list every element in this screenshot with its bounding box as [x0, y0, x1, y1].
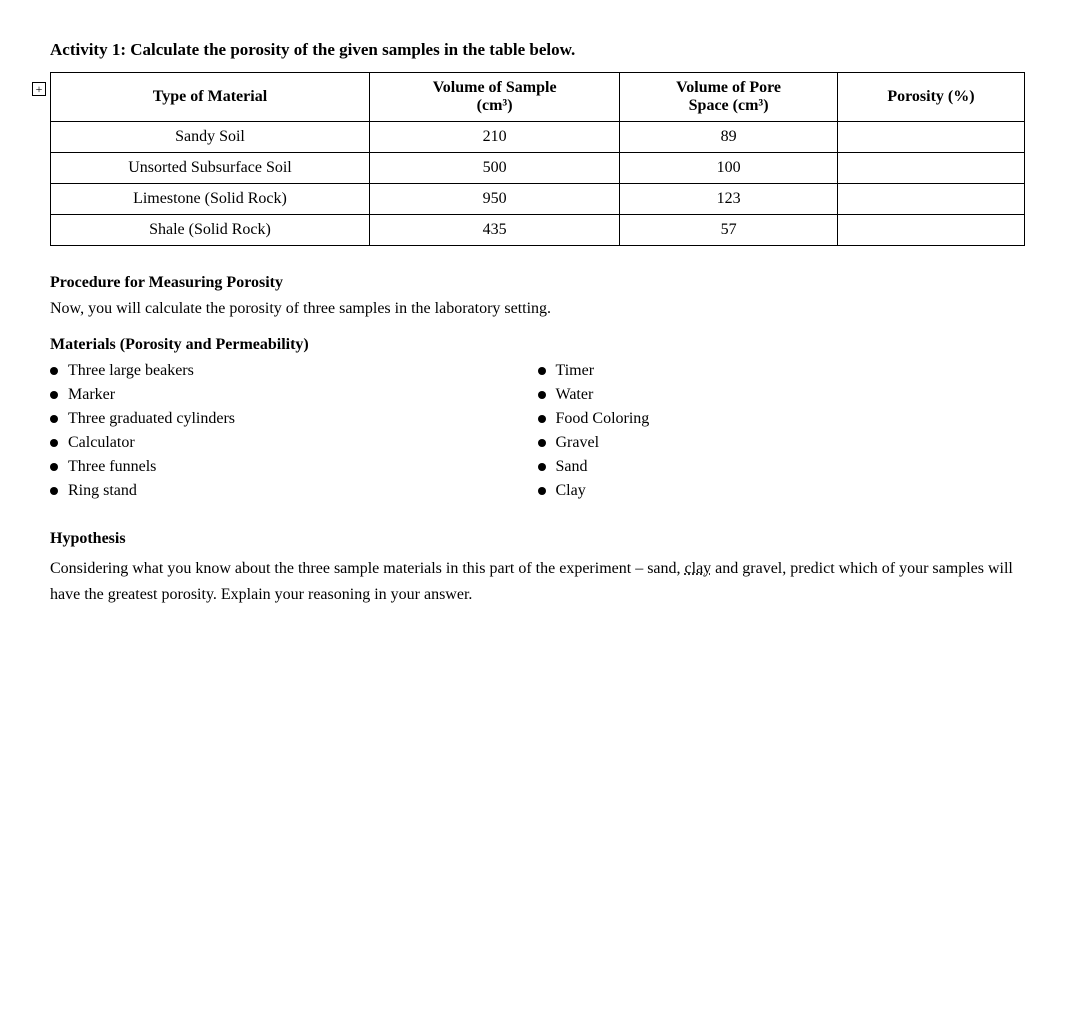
list-item: Gravel	[538, 434, 1026, 452]
list-item: Food Coloring	[538, 410, 1026, 428]
list-item: Ring stand	[50, 482, 538, 500]
hypothesis-text: Considering what you know about the thre…	[50, 556, 1025, 607]
cell-volume-pore: 57	[620, 215, 838, 246]
bullet-icon	[538, 487, 546, 495]
cell-volume-sample: 435	[369, 215, 619, 246]
clay-underline: clay	[685, 560, 712, 577]
materials-heading: Materials (Porosity and Permeability)	[50, 336, 1025, 354]
bullet-icon	[50, 415, 58, 423]
col-header-porosity: Porosity (%)	[837, 73, 1024, 122]
list-item-label: Water	[556, 386, 594, 404]
list-item-label: Three graduated cylinders	[68, 410, 235, 428]
list-item: Three funnels	[50, 458, 538, 476]
list-item: Water	[538, 386, 1026, 404]
cell-volume-pore: 123	[620, 184, 838, 215]
bullet-icon	[538, 439, 546, 447]
bullet-icon	[538, 463, 546, 471]
bullet-icon	[50, 463, 58, 471]
right-materials-list: Timer Water Food Coloring Gravel Sand Clay	[538, 362, 1026, 500]
cell-volume-sample: 210	[369, 122, 619, 153]
list-item-label: Calculator	[68, 434, 135, 452]
materials-left-col: Three large beakers Marker Three graduated…	[50, 362, 538, 506]
table-row: Limestone (Solid Rock)950123	[51, 184, 1025, 215]
bullet-icon	[50, 391, 58, 399]
cell-material: Sandy Soil	[51, 122, 370, 153]
expand-icon[interactable]: +	[32, 82, 46, 96]
table-row: Unsorted Subsurface Soil500100	[51, 153, 1025, 184]
bullet-icon	[538, 391, 546, 399]
hypothesis-section: Hypothesis Considering what you know abo…	[50, 530, 1025, 607]
bullet-icon	[50, 487, 58, 495]
cell-volume-sample: 500	[369, 153, 619, 184]
cell-material: Shale (Solid Rock)	[51, 215, 370, 246]
bullet-icon	[50, 367, 58, 375]
cell-porosity[interactable]	[837, 122, 1024, 153]
list-item-label: Timer	[556, 362, 595, 380]
list-item-label: Three funnels	[68, 458, 156, 476]
table-row: Shale (Solid Rock)43557	[51, 215, 1025, 246]
activity-title: Activity 1: Calculate the porosity of th…	[50, 40, 1025, 60]
left-materials-list: Three large beakers Marker Three graduated…	[50, 362, 538, 500]
list-item-label: Ring stand	[68, 482, 137, 500]
cell-material: Unsorted Subsurface Soil	[51, 153, 370, 184]
list-item-label: Food Coloring	[556, 410, 650, 428]
col-header-volume-sample: Volume of Sample (cm³)	[369, 73, 619, 122]
materials-section: Materials (Porosity and Permeability) Th…	[50, 336, 1025, 506]
list-item: Timer	[538, 362, 1026, 380]
list-item-label: Marker	[68, 386, 115, 404]
list-item: Three graduated cylinders	[50, 410, 538, 428]
list-item: Three large beakers	[50, 362, 538, 380]
cell-porosity[interactable]	[837, 215, 1024, 246]
procedure-text: Now, you will calculate the porosity of …	[50, 300, 1025, 318]
list-item-label: Sand	[556, 458, 588, 476]
materials-right-col: Timer Water Food Coloring Gravel Sand Clay	[538, 362, 1026, 506]
cell-volume-pore: 100	[620, 153, 838, 184]
list-item: Clay	[538, 482, 1026, 500]
cell-porosity[interactable]	[837, 153, 1024, 184]
hypothesis-heading: Hypothesis	[50, 530, 1025, 548]
table-container: + Type of Material Volume of Sample (cm³…	[50, 72, 1025, 246]
materials-columns: Three large beakers Marker Three graduated…	[50, 362, 1025, 506]
list-item-label: Clay	[556, 482, 586, 500]
col-header-material: Type of Material	[51, 73, 370, 122]
bullet-icon	[538, 367, 546, 375]
table-row: Sandy Soil21089	[51, 122, 1025, 153]
procedure-heading: Procedure for Measuring Porosity	[50, 274, 1025, 292]
list-item-label: Three large beakers	[68, 362, 194, 380]
bullet-icon	[538, 415, 546, 423]
bullet-icon	[50, 439, 58, 447]
porosity-table: Type of Material Volume of Sample (cm³) …	[50, 72, 1025, 246]
cell-porosity[interactable]	[837, 184, 1024, 215]
cell-material: Limestone (Solid Rock)	[51, 184, 370, 215]
list-item: Marker	[50, 386, 538, 404]
list-item: Sand	[538, 458, 1026, 476]
list-item-label: Gravel	[556, 434, 600, 452]
list-item: Calculator	[50, 434, 538, 452]
cell-volume-sample: 950	[369, 184, 619, 215]
cell-volume-pore: 89	[620, 122, 838, 153]
col-header-volume-pore: Volume of Pore Space (cm³)	[620, 73, 838, 122]
